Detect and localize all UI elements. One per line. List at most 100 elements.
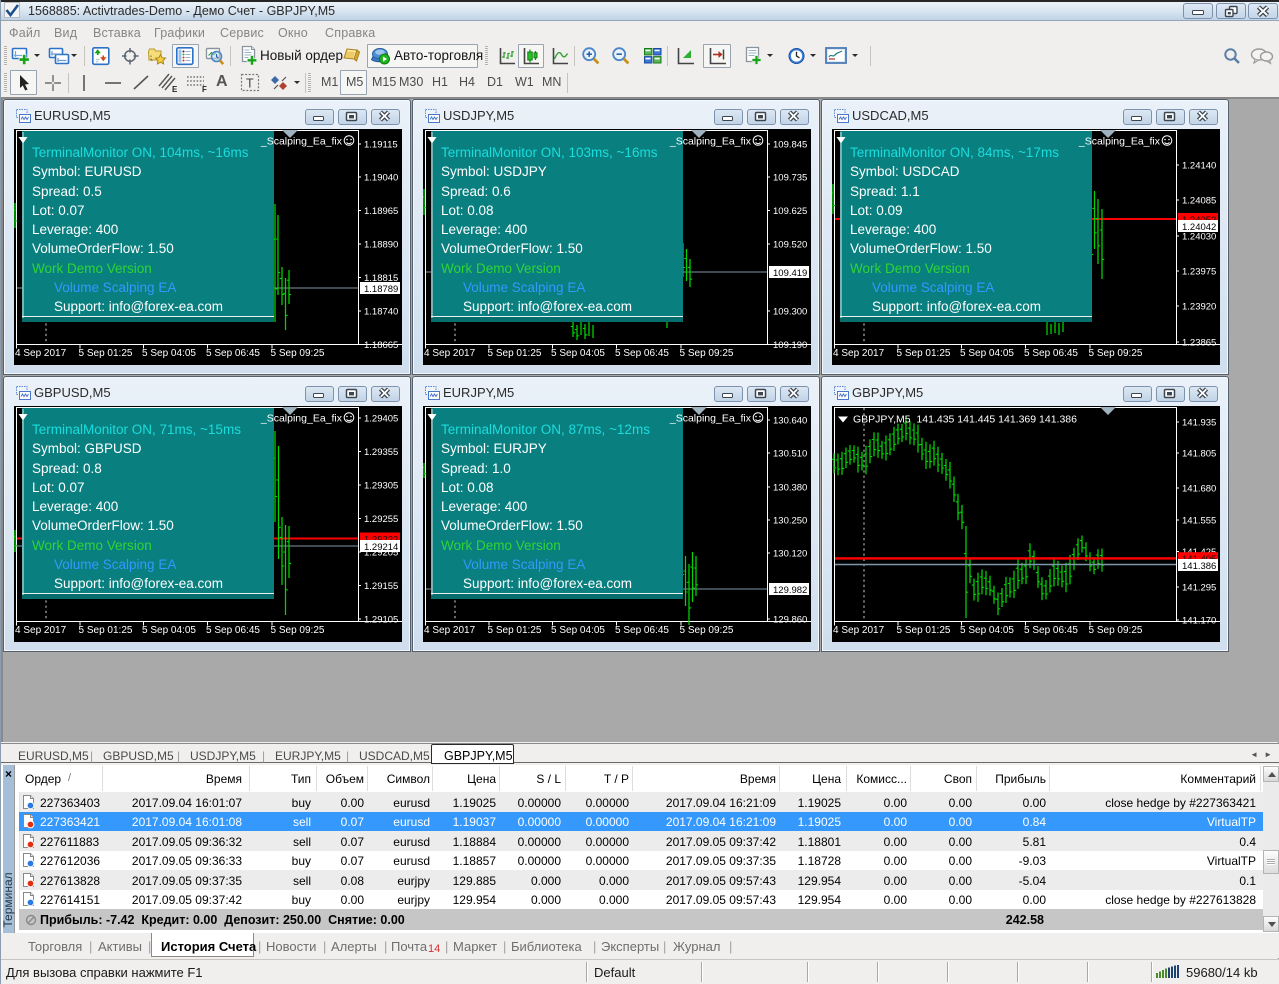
- svg-text:130.510: 130.510: [773, 449, 807, 460]
- svg-text:109.419: 109.419: [773, 268, 807, 279]
- svg-text:1.24030: 1.24030: [1182, 232, 1216, 243]
- svg-text:Leverage: 400: Leverage: 400: [32, 222, 118, 237]
- svg-text:109.300: 109.300: [773, 307, 807, 318]
- svg-text:129.982: 129.982: [773, 585, 807, 596]
- svg-text:Work Demo Version: Work Demo Version: [32, 538, 152, 553]
- svg-text:141.386: 141.386: [1182, 561, 1216, 572]
- svg-text:Symbol: USDJPY: Symbol: USDJPY: [441, 164, 547, 179]
- svg-text:1.29155: 1.29155: [364, 581, 398, 592]
- svg-text:Leverage: 400: Leverage: 400: [850, 222, 936, 237]
- svg-text:Lot: 0.07: Lot: 0.07: [32, 480, 85, 495]
- svg-text:5 Sep 04:05: 5 Sep 04:05: [960, 625, 1014, 636]
- svg-text:Volume Scalping EA: Volume Scalping EA: [463, 557, 585, 572]
- svg-text:5 Sep 01:25: 5 Sep 01:25: [897, 625, 951, 636]
- svg-text:5 Sep 09:25: 5 Sep 09:25: [1089, 625, 1143, 636]
- svg-text:5 Sep 04:05: 5 Sep 04:05: [551, 348, 605, 359]
- svg-text:1.29305: 1.29305: [364, 481, 398, 492]
- svg-text:TerminalMonitor ON, 104ms, ~16: TerminalMonitor ON, 104ms, ~16ms: [32, 145, 249, 160]
- svg-text:5 Sep 01:25: 5 Sep 01:25: [488, 348, 542, 359]
- svg-text:1.29105: 1.29105: [364, 615, 398, 626]
- svg-text:Work Demo Version: Work Demo Version: [32, 261, 152, 276]
- svg-text:T: T: [246, 77, 254, 91]
- svg-text:4 Sep 2017: 4 Sep 2017: [424, 625, 476, 636]
- svg-text:130.380: 130.380: [773, 483, 807, 494]
- svg-text:5 Sep 04:05: 5 Sep 04:05: [142, 348, 196, 359]
- svg-text:Spread: 1.0: Spread: 1.0: [441, 461, 511, 476]
- svg-text:Volume Scalping EA: Volume Scalping EA: [463, 280, 585, 295]
- svg-text:5 Sep 09:25: 5 Sep 09:25: [271, 348, 325, 359]
- svg-text:TerminalMonitor ON, 71ms, ~15m: TerminalMonitor ON, 71ms, ~15ms: [32, 422, 241, 437]
- svg-text:VolumeOrderFlow: 1.50: VolumeOrderFlow: 1.50: [32, 241, 174, 256]
- svg-text:VolumeOrderFlow: 1.50: VolumeOrderFlow: 1.50: [32, 518, 174, 533]
- svg-text:1.24042: 1.24042: [1182, 222, 1216, 233]
- svg-text:5 Sep 06:45: 5 Sep 06:45: [1024, 348, 1078, 359]
- svg-text:1.23920: 1.23920: [1182, 302, 1216, 313]
- svg-text:GBPJPY,M5 141.435 141.445 141: GBPJPY,M5 141.435 141.445 141.369 141.38…: [853, 414, 1077, 426]
- svg-text:141.805: 141.805: [1182, 449, 1216, 460]
- svg-text:1.29255: 1.29255: [364, 514, 398, 525]
- svg-text:1.29355: 1.29355: [364, 447, 398, 458]
- svg-text:_Scalping_Ea_fix: _Scalping_Ea_fix: [669, 413, 752, 425]
- svg-text:TerminalMonitor ON, 87ms, ~12m: TerminalMonitor ON, 87ms, ~12ms: [441, 422, 650, 437]
- svg-text:109.520: 109.520: [773, 240, 807, 251]
- svg-text:5 Sep 01:25: 5 Sep 01:25: [79, 348, 133, 359]
- svg-text:5 Sep 04:05: 5 Sep 04:05: [960, 348, 1014, 359]
- svg-text:Symbol: EURUSD: Symbol: EURUSD: [32, 164, 142, 179]
- svg-text:Leverage: 400: Leverage: 400: [441, 222, 527, 237]
- svg-text:5 Sep 09:25: 5 Sep 09:25: [271, 625, 325, 636]
- svg-text:VolumeOrderFlow: 1.50: VolumeOrderFlow: 1.50: [850, 241, 992, 256]
- svg-text:_Scalping_Ea_fix: _Scalping_Ea_fix: [260, 413, 343, 425]
- svg-text:Support: info@forex-ea.com: Support: info@forex-ea.com: [872, 299, 1041, 314]
- svg-text:109.190: 109.190: [773, 340, 807, 351]
- svg-text:_Scalping_Ea_fix: _Scalping_Ea_fix: [669, 136, 752, 148]
- svg-text:109.845: 109.845: [773, 140, 807, 151]
- svg-text:1.24085: 1.24085: [1182, 196, 1216, 207]
- svg-text:1.19115: 1.19115: [364, 140, 398, 151]
- svg-text:Volume Scalping EA: Volume Scalping EA: [54, 557, 176, 572]
- svg-text:Spread: 0.6: Spread: 0.6: [441, 184, 511, 199]
- svg-text:5 Sep 09:25: 5 Sep 09:25: [680, 348, 734, 359]
- svg-text:Lot: 0.08: Lot: 0.08: [441, 203, 494, 218]
- svg-text:1.19040: 1.19040: [364, 173, 398, 184]
- svg-text:Lot: 0.09: Lot: 0.09: [850, 203, 903, 218]
- svg-text:5 Sep 01:25: 5 Sep 01:25: [79, 625, 133, 636]
- svg-text:1.24140: 1.24140: [1182, 161, 1216, 172]
- svg-text:Spread: 0.5: Spread: 0.5: [32, 184, 102, 199]
- svg-text:4 Sep 2017: 4 Sep 2017: [15, 348, 67, 359]
- svg-text:5 Sep 01:25: 5 Sep 01:25: [488, 625, 542, 636]
- svg-text:1.29405: 1.29405: [364, 414, 398, 425]
- svg-text:5 Sep 06:45: 5 Sep 06:45: [206, 625, 260, 636]
- svg-text:TerminalMonitor ON, 103ms, ~16: TerminalMonitor ON, 103ms, ~16ms: [441, 145, 658, 160]
- svg-text:VolumeOrderFlow: 1.50: VolumeOrderFlow: 1.50: [441, 241, 583, 256]
- svg-text:130.250: 130.250: [773, 516, 807, 527]
- svg-text:Work Demo Version: Work Demo Version: [850, 261, 970, 276]
- svg-text:Symbol: GBPUSD: Symbol: GBPUSD: [32, 441, 142, 456]
- svg-text:5 Sep 06:45: 5 Sep 06:45: [615, 625, 669, 636]
- svg-text:Support: info@forex-ea.com: Support: info@forex-ea.com: [54, 299, 223, 314]
- svg-text:141.170: 141.170: [1182, 616, 1216, 627]
- svg-text:5 Sep 01:25: 5 Sep 01:25: [897, 348, 951, 359]
- svg-text:5 Sep 06:45: 5 Sep 06:45: [206, 348, 260, 359]
- svg-text:1.18890: 1.18890: [364, 240, 398, 251]
- svg-text:5 Sep 09:25: 5 Sep 09:25: [680, 625, 734, 636]
- svg-text:1.18789: 1.18789: [364, 284, 398, 295]
- svg-text:Support: info@forex-ea.com: Support: info@forex-ea.com: [463, 576, 632, 591]
- svg-text:4 Sep 2017: 4 Sep 2017: [833, 348, 885, 359]
- svg-text:Symbol: EURJPY: Symbol: EURJPY: [441, 441, 547, 456]
- svg-text:130.120: 130.120: [773, 549, 807, 560]
- svg-text:VolumeOrderFlow: 1.50: VolumeOrderFlow: 1.50: [441, 518, 583, 533]
- svg-text:141.555: 141.555: [1182, 516, 1216, 527]
- svg-text:Leverage: 400: Leverage: 400: [441, 499, 527, 514]
- svg-text:4 Sep 2017: 4 Sep 2017: [15, 625, 67, 636]
- svg-text:_Scalping_Ea_fix: _Scalping_Ea_fix: [260, 136, 343, 148]
- svg-text:141.680: 141.680: [1182, 484, 1216, 495]
- svg-text:Support: info@forex-ea.com: Support: info@forex-ea.com: [54, 576, 223, 591]
- svg-text:1.23975: 1.23975: [1182, 267, 1216, 278]
- svg-text:Lot: 0.08: Lot: 0.08: [441, 480, 494, 495]
- svg-text:1.29214: 1.29214: [364, 542, 398, 553]
- svg-text:141.295: 141.295: [1182, 583, 1216, 594]
- svg-text:109.735: 109.735: [773, 173, 807, 184]
- svg-text:Spread: 1.1: Spread: 1.1: [850, 184, 920, 199]
- svg-text:Leverage: 400: Leverage: 400: [32, 499, 118, 514]
- svg-text:Support: info@forex-ea.com: Support: info@forex-ea.com: [463, 299, 632, 314]
